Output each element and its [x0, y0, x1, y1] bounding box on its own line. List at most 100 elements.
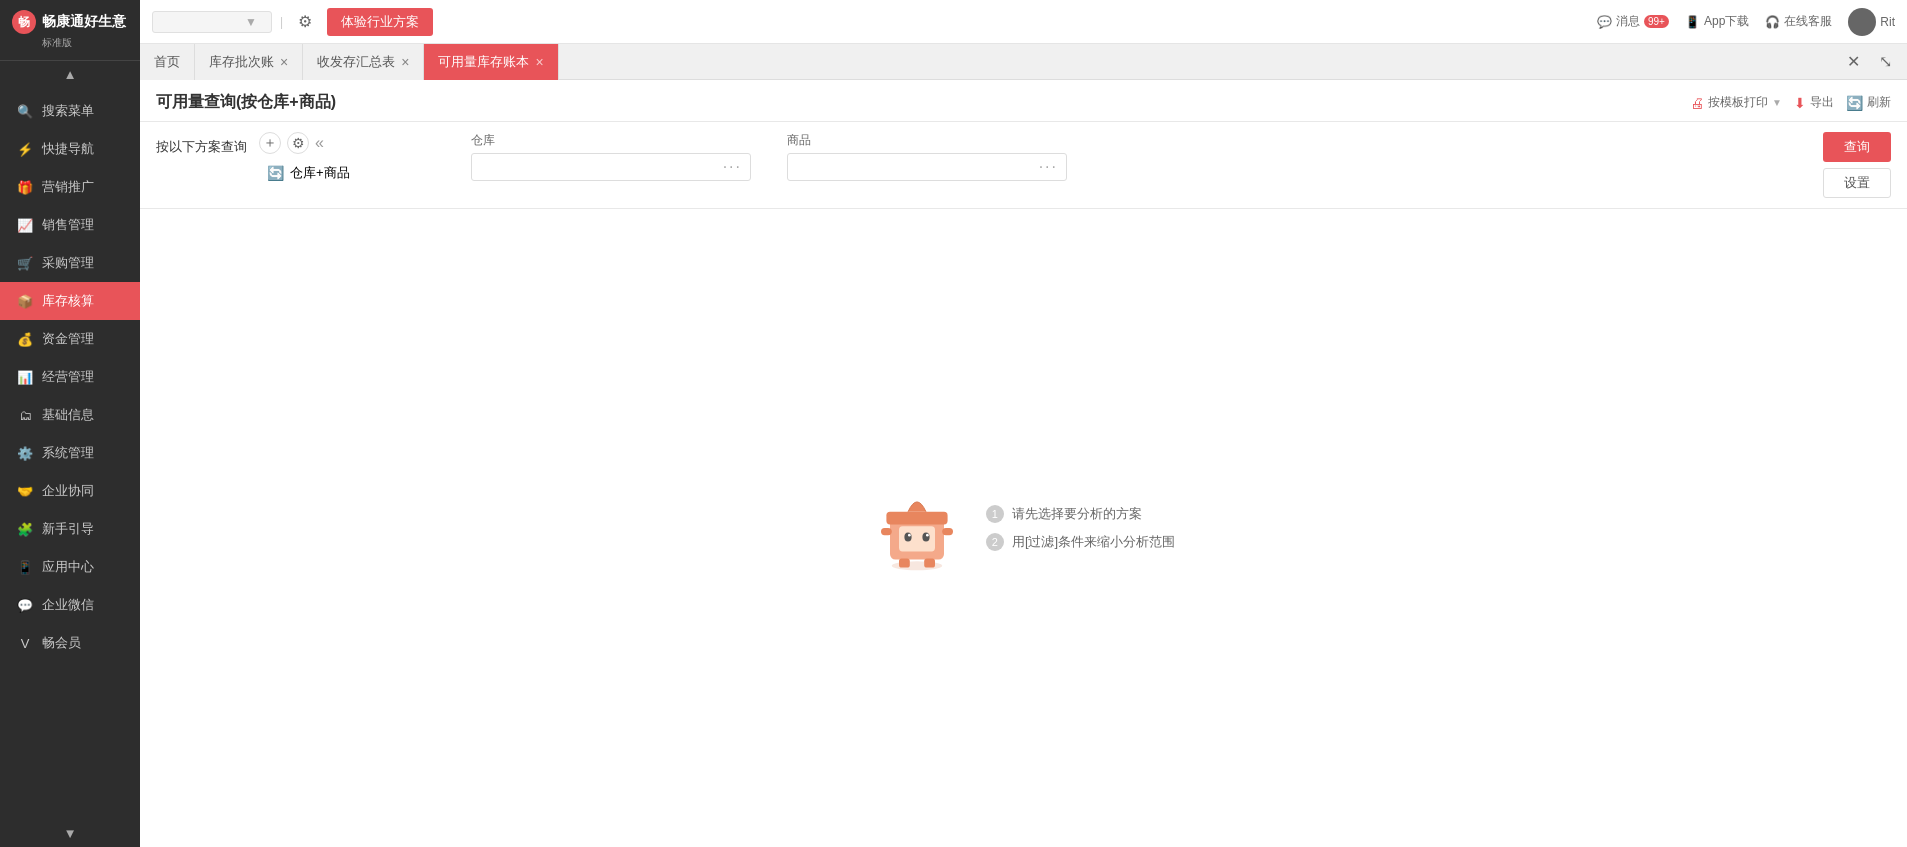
setting-button[interactable]: 设置: [1823, 168, 1891, 198]
page-header: 可用量查询(按仓库+商品) 🖨 按模板打印 ▼ ⬇ 导出 🔄 刷新: [140, 80, 1907, 122]
filter-scheme-header: ＋ ⚙ «: [259, 132, 459, 154]
tab-collect-total[interactable]: 收发存汇总表 ×: [303, 44, 424, 80]
print-label: 按模板打印: [1708, 94, 1768, 111]
sidebar-item-label: 营销推广: [42, 178, 94, 196]
search-icon: 🔍: [16, 102, 34, 120]
sidebar-item-inventory[interactable]: 📦 库存核算: [0, 282, 140, 320]
product-input[interactable]: ···: [787, 153, 1067, 181]
sidebar-scroll-up[interactable]: ▲: [0, 61, 140, 88]
page-title: 可用量查询(按仓库+商品): [156, 92, 336, 113]
sidebar-item-label: 系统管理: [42, 444, 94, 462]
export-icon: ⬇: [1794, 95, 1806, 111]
scheme-icon: 🔄: [267, 165, 284, 181]
warehouse-input[interactable]: ···: [471, 153, 751, 181]
app-download-button[interactable]: 📱 App下载: [1685, 13, 1749, 30]
sidebar-item-system[interactable]: ⚙️ 系统管理: [0, 434, 140, 472]
close-icon[interactable]: ×: [535, 55, 543, 69]
filter-label: 按以下方案查询: [156, 132, 247, 156]
tab-available-stock[interactable]: 可用量库存账本 ×: [424, 44, 558, 80]
message-button[interactable]: 💬 消息 99+: [1597, 13, 1669, 30]
newbie-icon: 🧩: [16, 520, 34, 538]
sidebar-item-purchase[interactable]: 🛒 采购管理: [0, 244, 140, 282]
app-download-label: App下载: [1704, 13, 1749, 30]
sidebar-item-basic-info[interactable]: 🗂 基础信息: [0, 396, 140, 434]
sidebar-item-shortcut[interactable]: ⚡ 快捷导航: [0, 130, 140, 168]
tip-text-2: 用[过滤]条件来缩小分析范围: [1012, 533, 1175, 551]
brand: 畅 畅康通好生意: [12, 10, 128, 34]
sidebar-item-label: 新手引导: [42, 520, 94, 538]
gear-icon[interactable]: ⚙: [291, 8, 319, 36]
query-button[interactable]: 查询: [1823, 132, 1891, 162]
sidebar-item-sales[interactable]: 📈 销售管理: [0, 206, 140, 244]
refresh-button[interactable]: 🔄 刷新: [1846, 94, 1891, 111]
maximize-tab-button[interactable]: ⤡: [1871, 48, 1899, 76]
sidebar-item-member[interactable]: V 畅会员: [0, 624, 140, 662]
message-label: 消息: [1616, 13, 1640, 30]
sidebar-item-wechat[interactable]: 💬 企业微信: [0, 586, 140, 624]
sidebar-item-finance[interactable]: 💰 资金管理: [0, 320, 140, 358]
tab-batch-ledger[interactable]: 库存批次账 ×: [195, 44, 303, 80]
brand-icon: 畅: [12, 10, 36, 34]
product-text-input[interactable]: [796, 160, 1035, 174]
filter-fields: 仓库 ··· 商品 ···: [471, 132, 1811, 181]
close-icon[interactable]: ×: [401, 55, 409, 69]
tab-home-label: 首页: [154, 53, 180, 71]
close-tab-button[interactable]: ✕: [1839, 48, 1867, 76]
sidebar-item-operations[interactable]: 📊 经营管理: [0, 358, 140, 396]
sidebar-item-app-center[interactable]: 📱 应用中心: [0, 548, 140, 586]
warehouse-text-input[interactable]: [480, 160, 719, 174]
tab-available-label: 可用量库存账本: [438, 53, 529, 71]
product-field-group: 商品 ···: [787, 132, 1087, 181]
filter-actions: 查询 设置: [1823, 132, 1891, 198]
sidebar-nav: 🔍 搜索菜单 ⚡ 快捷导航 🎁 营销推广 📈 销售管理 🛒 采购管理 📦 库存核…: [0, 88, 140, 820]
basic-icon: 🗂: [16, 406, 34, 424]
product-more-icon[interactable]: ···: [1039, 158, 1058, 176]
phone-icon: 📱: [1685, 15, 1700, 29]
empty-tip-1: 1 请先选择要分析的方案: [986, 505, 1175, 523]
topbar: ▼ | ⚙ 体验行业方案 💬 消息 99+ 📱 App下载 🎧 在线客服 Rit: [140, 0, 1907, 44]
user-name: Rit: [1880, 15, 1895, 29]
sidebar-scroll-down[interactable]: ▼: [0, 820, 140, 847]
svg-point-4: [904, 533, 911, 542]
sidebar-item-label: 企业协同: [42, 482, 94, 500]
close-icon[interactable]: ×: [280, 55, 288, 69]
sidebar-item-label: 快捷导航: [42, 140, 94, 158]
sidebar-item-newbie[interactable]: 🧩 新手引导: [0, 510, 140, 548]
topbar-divider: |: [280, 15, 283, 29]
sidebar-item-label: 基础信息: [42, 406, 94, 424]
svg-rect-8: [899, 559, 910, 568]
empty-state: 1 请先选择要分析的方案 2 用[过滤]条件来缩小分析范围: [872, 483, 1175, 573]
trial-button[interactable]: 体验行业方案: [327, 8, 433, 36]
cart-icon: 🛒: [16, 254, 34, 272]
export-button[interactable]: ⬇ 导出: [1794, 94, 1834, 111]
message-badge: 99+: [1644, 15, 1669, 28]
empty-tips: 1 请先选择要分析的方案 2 用[过滤]条件来缩小分析范围: [986, 505, 1175, 551]
sidebar-item-marketing[interactable]: 🎁 营销推广: [0, 168, 140, 206]
sidebar-item-cooperation[interactable]: 🤝 企业协同: [0, 472, 140, 510]
tip-number-1: 1: [986, 505, 1004, 523]
print-icon: 🖨: [1690, 95, 1704, 111]
svg-rect-10: [881, 528, 892, 535]
svg-point-6: [908, 534, 911, 537]
sidebar-item-label: 企业微信: [42, 596, 94, 614]
sidebar-item-label: 搜索菜单: [42, 102, 94, 120]
online-service-button[interactable]: 🎧 在线客服: [1765, 13, 1832, 30]
svg-rect-2: [886, 512, 947, 525]
collapse-button[interactable]: «: [315, 134, 324, 152]
topbar-search-box[interactable]: ▼: [152, 11, 272, 33]
add-scheme-button[interactable]: ＋: [259, 132, 281, 154]
warehouse-more-icon[interactable]: ···: [723, 158, 742, 176]
sidebar-item-label: 应用中心: [42, 558, 94, 576]
user-profile[interactable]: Rit: [1848, 8, 1895, 36]
manage-scheme-button[interactable]: ⚙: [287, 132, 309, 154]
tab-home[interactable]: 首页: [140, 44, 195, 80]
content-area: 1 请先选择要分析的方案 2 用[过滤]条件来缩小分析范围: [140, 209, 1907, 847]
topbar-search-input[interactable]: [161, 15, 241, 29]
filter-scheme-item[interactable]: 🔄 仓库+商品: [259, 160, 459, 186]
sidebar-item-label: 经营管理: [42, 368, 94, 386]
sidebar-item-search[interactable]: 🔍 搜索菜单: [0, 92, 140, 130]
chevron-down-icon: ▼: [1772, 97, 1782, 108]
headset-icon: 🎧: [1765, 15, 1780, 29]
sidebar-item-label: 销售管理: [42, 216, 94, 234]
print-button[interactable]: 🖨 按模板打印 ▼: [1690, 94, 1782, 111]
